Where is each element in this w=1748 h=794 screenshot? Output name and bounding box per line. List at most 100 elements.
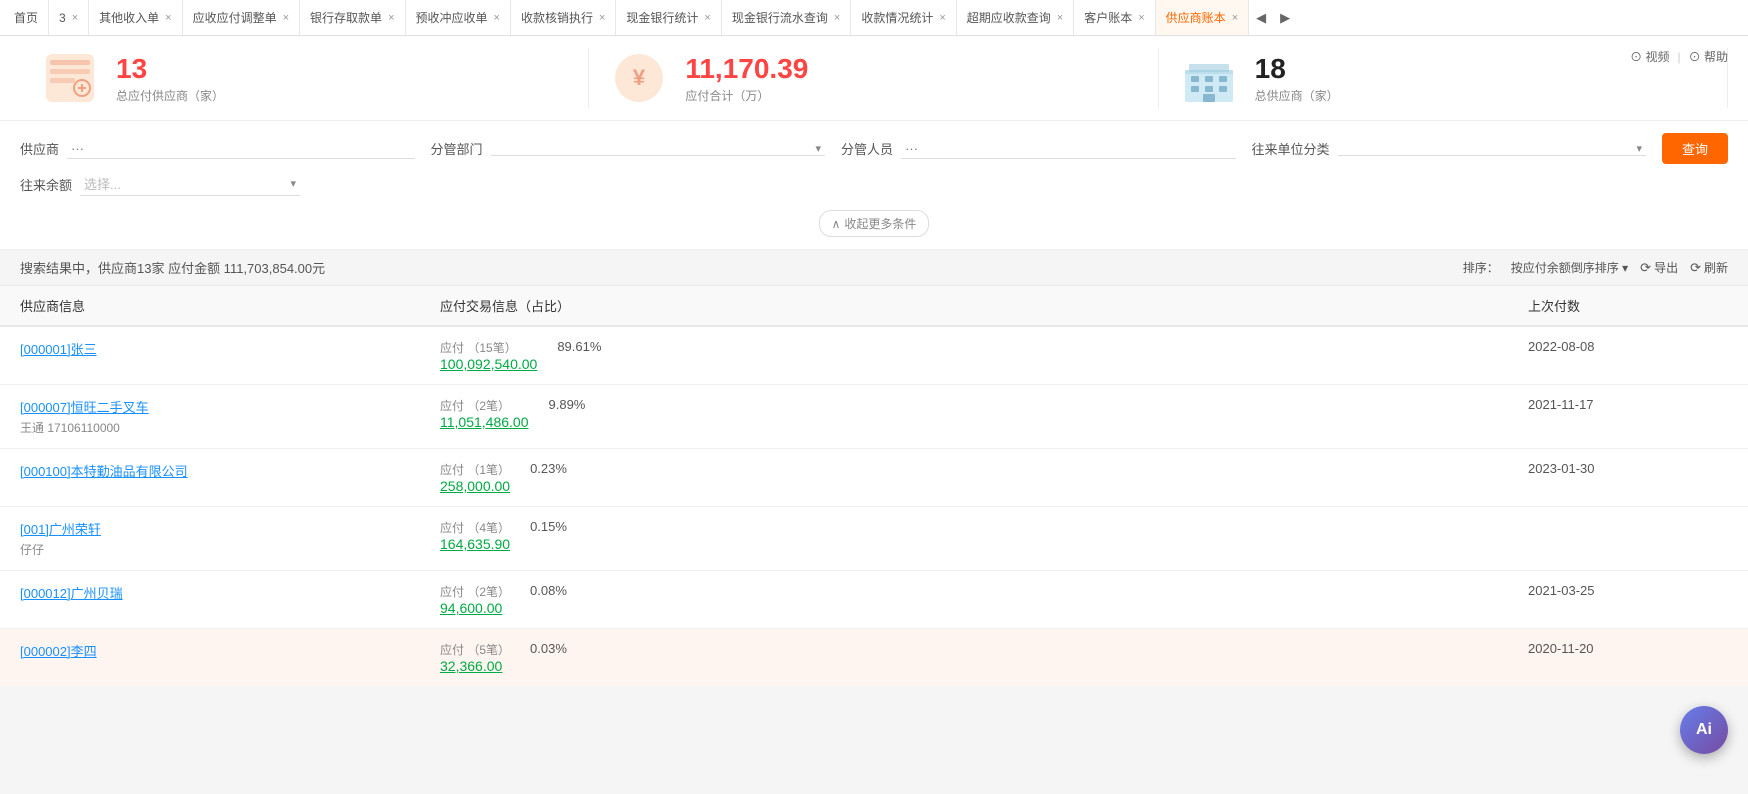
filter-supplier: 供应商 [20,139,415,159]
filter-area: 供应商 分管部门 ▾ 分管人员 往来单位分类 ▾ [0,121,1748,250]
nav-tab-overdue-query-close[interactable]: × [1057,12,1063,24]
export-icon: ⟳ [1640,260,1651,276]
supplier-code-4: [001] [20,522,49,537]
supplier-input[interactable] [67,139,414,159]
table-row: [000002]李四 应付 （5笔） 32,366.00 0.03% 2020 [0,629,1748,686]
supplier-name-link-2[interactable]: [000007]恒旺二手叉车 [20,397,440,416]
nav-tab-collection-stat-close[interactable]: × [939,12,945,24]
supplier-code-5: [000012] [20,586,71,601]
supplier-code-3: [000100] [20,464,71,479]
nav-tab-overdue-query-label: 超期应收款查询 [967,9,1051,26]
nav-tab-adjustment-close[interactable]: × [283,12,289,24]
export-button[interactable]: ⟳ 导出 [1640,259,1678,276]
table-row: [000001]张三 应付 （15笔） 100,092,540.00 89.61… [0,327,1748,385]
nav-tab-collection-label: 收款核销执行 [521,9,593,26]
last-pay-date-3: 2023-01-30 [1528,461,1728,476]
nav-tab-collection-stat[interactable]: 收款情况统计 × [851,0,956,36]
nav-tab-cash-bank-flow[interactable]: 现金银行流水查询 × [722,0,851,36]
nav-tab-bank-deposit-close[interactable]: × [388,12,394,24]
table-row: [000100]本特勤油品有限公司 应付 （1笔） 258,000.00 0.2… [0,449,1748,507]
nav-tab-overdue-query[interactable]: 超期应收款查询 × [957,0,1074,36]
transaction-info-5: 应付 （2笔） 94,600.00 0.08% [440,583,1528,616]
nav-tab-customer-ledger-close[interactable]: × [1138,12,1144,24]
sort-value[interactable]: 按应付余额倒序排序 ▾ [1511,259,1628,276]
summary-text-3: 18 总供应商（家） [1255,52,1339,105]
nav-tab-adjustment-label: 应收应付调整单 [193,9,277,26]
nav-tab-3-close[interactable]: × [72,12,78,24]
search-button[interactable]: 查询 [1662,133,1728,164]
payable-amount-num: 11,170.39 [685,52,808,86]
nav-tab-collection[interactable]: 收款核销执行 × [511,0,616,36]
payable-label-5: 应付 [440,585,464,599]
person-input[interactable] [901,139,1235,159]
balance-select[interactable]: 选择... ▾ [80,172,300,196]
col-header-transaction: 应付交易信息（占比） [440,296,1528,315]
nav-tab-other-income[interactable]: 其他收入单 × [89,0,182,36]
nav-tab-3[interactable]: 3 × [49,0,89,36]
nav-tab-prepay[interactable]: 预收冲应收单 × [406,0,511,36]
dept-select[interactable]: ▾ [491,142,825,156]
nav-tab-collection-stat-label: 收款情况统计 [861,9,933,26]
nav-tab-adjustment[interactable]: 应收应付调整单 × [183,0,300,36]
summary-text-2: 11,170.39 应付合计（万） [685,52,808,105]
nav-tab-cash-bank-flow-label: 现金银行流水查询 [732,9,828,26]
payable-label-3: 应付 [440,463,464,477]
supplier-name-link-1[interactable]: [000001]张三 [20,339,440,358]
last-pay-date-2: 2021-11-17 [1528,397,1728,412]
nav-tab-supplier-ledger-close[interactable]: × [1232,12,1238,24]
total-suppliers-icon [1179,48,1239,108]
last-pay-1: 2022-08-08 [1528,339,1728,354]
nav-tab-supplier-ledger[interactable]: 供应商账本 × [1156,0,1249,36]
supplier-code-6: [000002] [20,644,71,659]
nav-tab-prepay-close[interactable]: × [494,12,500,24]
transaction-amount-link-6[interactable]: 32,366.00 [440,658,510,674]
payable-suppliers-label: 总应付供应商（家） [116,87,224,104]
refresh-button[interactable]: ⟳ 刷新 [1690,259,1728,276]
transaction-amount-link-5[interactable]: 94,600.00 [440,600,510,616]
nav-tab-cash-bank-stat[interactable]: 现金银行统计 × [616,0,721,36]
nav-arrow-right[interactable]: ▶ [1273,0,1297,36]
category-select[interactable]: ▾ [1338,142,1646,156]
filter-dept: 分管部门 ▾ [431,139,826,158]
supplier-name-link-6[interactable]: [000002]李四 [20,641,440,660]
supplier-contact-4: 仔仔 [20,541,440,558]
collapse-button[interactable]: ∧ 收起更多条件 [819,210,930,237]
payable-count-3: （1笔） [467,463,510,477]
supplier-name-link-3[interactable]: [000100]本特勤油品有限公司 [20,461,440,480]
transaction-amount-link-1[interactable]: 100,092,540.00 [440,356,537,372]
payable-count-1: （15笔） [467,341,516,355]
supplier-name-link-5[interactable]: [000012]广州贝瑞 [20,583,440,602]
nav-tab-other-income-close[interactable]: × [165,12,171,24]
summary-bar: 13 总应付供应商（家） ¥ 11,170.39 应付合计（万） [0,36,1748,121]
transaction-percent-2: 9.89% [549,397,586,412]
payable-amount-icon: ¥ [609,48,669,108]
transaction-amount-link-2[interactable]: 11,051,486.00 [440,414,529,430]
video-link[interactable]: ⊙ 视频 [1630,48,1669,65]
transaction-amount-link-3[interactable]: 258,000.00 [440,478,510,494]
nav-tab-bank-deposit[interactable]: 银行存取款单 × [300,0,405,36]
summary-payable-amount: ¥ 11,170.39 应付合计（万） [589,48,1158,108]
transaction-amount-link-4[interactable]: 164,635.90 [440,536,510,552]
balance-select-arrow: ▾ [286,177,300,190]
transaction-info-3: 应付 （1笔） 258,000.00 0.23% [440,461,1528,494]
nav-tab-collection-close[interactable]: × [599,12,605,24]
payable-label-4: 应付 [440,521,464,535]
supplier-info-1: [000001]张三 [20,339,440,358]
person-filter-label: 分管人员 [841,139,893,158]
supplier-info-2: [000007]恒旺二手叉车 王通 17106110000 [20,397,440,436]
balance-select-text: 选择... [80,172,286,195]
help-link[interactable]: ⊙ 帮助 [1689,48,1728,65]
supplier-name-link-4[interactable]: [001]广州荣轩 [20,519,440,538]
nav-tab-home[interactable]: 首页 [4,0,49,36]
nav-arrow-left[interactable]: ◀ [1249,0,1273,36]
supplier-filter-label: 供应商 [20,139,59,158]
nav-tab-cash-bank-stat-close[interactable]: × [704,12,710,24]
nav-tab-customer-ledger[interactable]: 客户账本 × [1074,0,1155,36]
last-pay-date-6: 2020-11-20 [1528,641,1728,656]
nav-tab-cash-bank-flow-close[interactable]: × [834,12,840,24]
supplier-name-text-3: 本特勤油品有限公司 [71,464,188,479]
supplier-name-text-5: 广州贝瑞 [71,586,123,601]
last-pay-date-5: 2021-03-25 [1528,583,1728,598]
top-right-links: ⊙ 视频 | ⊙ 帮助 [1630,48,1728,65]
last-pay-date-1: 2022-08-08 [1528,339,1728,354]
